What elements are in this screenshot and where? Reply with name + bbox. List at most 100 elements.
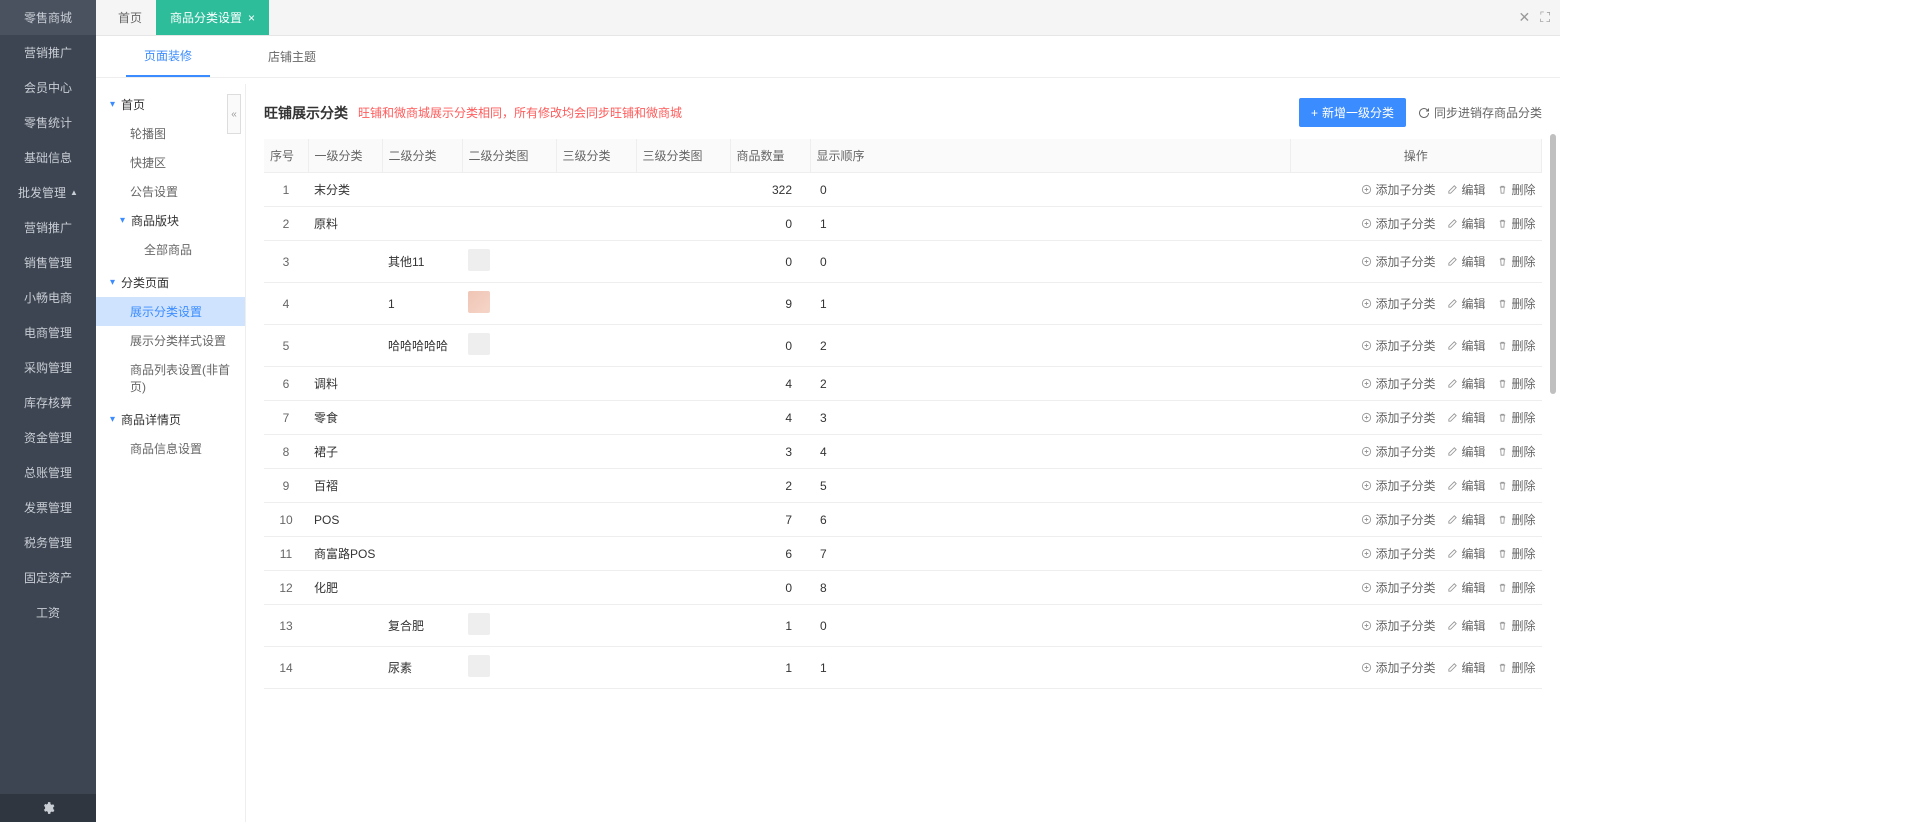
nav-item-9[interactable]: 电商管理 (0, 315, 96, 350)
edit-button[interactable]: 编辑 (1447, 443, 1485, 460)
tree-leaf-0-0[interactable]: 轮播图 (96, 119, 245, 148)
delete-button[interactable]: 删除 (1497, 215, 1535, 232)
nav-item-11[interactable]: 库存核算 (0, 385, 96, 420)
tree-leaf-0-1[interactable]: 快捷区 (96, 148, 245, 177)
nav-item-16[interactable]: 固定资产 (0, 560, 96, 595)
th-6: 商品数量 (730, 139, 810, 173)
edit-button[interactable]: 编辑 (1447, 511, 1485, 528)
sync-icon (1418, 107, 1430, 119)
add-sub-button[interactable]: 添加子分类 (1361, 579, 1435, 596)
add-sub-button[interactable]: 添加子分类 (1361, 181, 1435, 198)
tree-group-2[interactable]: 商品详情页 (96, 405, 245, 434)
add-sub-button[interactable]: 添加子分类 (1361, 511, 1435, 528)
delete-button[interactable]: 删除 (1497, 295, 1535, 312)
edit-button[interactable]: 编辑 (1447, 579, 1485, 596)
add-sub-button[interactable]: 添加子分类 (1361, 215, 1435, 232)
edit-button[interactable]: 编辑 (1447, 253, 1485, 270)
tab-home[interactable]: 首页 (104, 0, 156, 35)
delete-button[interactable]: 删除 (1497, 443, 1535, 460)
nav-item-14[interactable]: 发票管理 (0, 490, 96, 525)
nav-item-0[interactable]: 零售商城 (0, 0, 96, 35)
edit-button[interactable]: 编辑 (1447, 375, 1485, 392)
tree-leaf-0-2[interactable]: 公告设置 (96, 177, 245, 206)
nav-item-5[interactable]: 批发管理 (0, 175, 96, 210)
tree-group-1[interactable]: 分类页面 (96, 268, 245, 297)
panel-title: 旺铺展示分类 (264, 103, 348, 123)
delete-button[interactable]: 删除 (1497, 181, 1535, 198)
nav-item-10[interactable]: 采购管理 (0, 350, 96, 385)
tab-bar: 首页 商品分类设置× ✕ ⛶ (96, 0, 1560, 36)
thumb-icon (468, 249, 490, 271)
edit-button[interactable]: 编辑 (1447, 617, 1485, 634)
edit-button[interactable]: 编辑 (1447, 409, 1485, 426)
settings-bar[interactable] (0, 794, 96, 822)
edit-button[interactable]: 编辑 (1447, 181, 1485, 198)
tree-panel: « 首页轮播图快捷区公告设置商品版块全部商品分类页面展示分类设置展示分类样式设置… (96, 84, 246, 822)
thumb-icon (468, 613, 490, 635)
tab-theme[interactable]: 店铺主题 (250, 36, 334, 77)
tree-leaf-1-2[interactable]: 商品列表设置(非首页) (96, 355, 245, 401)
nav-item-1[interactable]: 营销推广 (0, 35, 96, 70)
edit-button[interactable]: 编辑 (1447, 215, 1485, 232)
table-row: 9百褶25添加子分类编辑删除 (264, 469, 1542, 503)
add-sub-button[interactable]: 添加子分类 (1361, 443, 1435, 460)
nav-item-2[interactable]: 会员中心 (0, 70, 96, 105)
edit-button[interactable]: 编辑 (1447, 337, 1485, 354)
th-4: 三级分类 (556, 139, 636, 173)
nav-item-3[interactable]: 零售统计 (0, 105, 96, 140)
add-sub-button[interactable]: 添加子分类 (1361, 477, 1435, 494)
add-sub-button[interactable]: 添加子分类 (1361, 617, 1435, 634)
nav-item-13[interactable]: 总账管理 (0, 455, 96, 490)
fullscreen-icon[interactable]: ⛶ (1540, 9, 1550, 26)
app-root: 零售商城营销推广会员中心零售统计基础信息批发管理营销推广销售管理小畅电商电商管理… (0, 0, 1560, 822)
delete-button[interactable]: 删除 (1497, 545, 1535, 562)
add-sub-button[interactable]: 添加子分类 (1361, 295, 1435, 312)
nav-item-8[interactable]: 小畅电商 (0, 280, 96, 315)
delete-button[interactable]: 删除 (1497, 617, 1535, 634)
add-sub-button[interactable]: 添加子分类 (1361, 375, 1435, 392)
tree-leaf-1-0[interactable]: 展示分类设置 (96, 297, 245, 326)
edit-button[interactable]: 编辑 (1447, 545, 1485, 562)
tree-leaf-1-1[interactable]: 展示分类样式设置 (96, 326, 245, 355)
edit-button[interactable]: 编辑 (1447, 295, 1485, 312)
add-category-button[interactable]: 新增一级分类 (1299, 98, 1406, 127)
add-sub-button[interactable]: 添加子分类 (1361, 253, 1435, 270)
delete-button[interactable]: 删除 (1497, 659, 1535, 676)
add-sub-button[interactable]: 添加子分类 (1361, 337, 1435, 354)
nav-item-12[interactable]: 资金管理 (0, 420, 96, 455)
add-sub-button[interactable]: 添加子分类 (1361, 659, 1435, 676)
close-all-icon[interactable]: ✕ (1518, 9, 1530, 26)
tree-leaf-2-0[interactable]: 商品信息设置 (96, 434, 245, 463)
th-7: 显示顺序 (810, 139, 1290, 173)
delete-button[interactable]: 删除 (1497, 579, 1535, 596)
table-row: 10POS76添加子分类编辑删除 (264, 503, 1542, 537)
edit-button[interactable]: 编辑 (1447, 659, 1485, 676)
delete-button[interactable]: 删除 (1497, 337, 1535, 354)
nav-item-15[interactable]: 税务管理 (0, 525, 96, 560)
delete-button[interactable]: 删除 (1497, 477, 1535, 494)
tree-subgroup-0[interactable]: 商品版块 (96, 206, 245, 235)
nav-item-6[interactable]: 营销推广 (0, 210, 96, 245)
delete-button[interactable]: 删除 (1497, 253, 1535, 270)
collapse-handle[interactable]: « (227, 94, 241, 134)
delete-button[interactable]: 删除 (1497, 375, 1535, 392)
tree-subleaf-0-0[interactable]: 全部商品 (96, 235, 245, 264)
edit-button[interactable]: 编辑 (1447, 477, 1485, 494)
nav-item-4[interactable]: 基础信息 (0, 140, 96, 175)
tab-decorate[interactable]: 页面装修 (126, 36, 210, 77)
tab-active[interactable]: 商品分类设置× (156, 0, 269, 35)
delete-button[interactable]: 删除 (1497, 409, 1535, 426)
table-row: 3其他1100添加子分类编辑删除 (264, 241, 1542, 283)
nav-item-7[interactable]: 销售管理 (0, 245, 96, 280)
close-icon[interactable]: × (248, 11, 255, 25)
th-8: 操作 (1290, 139, 1542, 173)
scrollbar[interactable] (1550, 134, 1556, 812)
tree-group-0[interactable]: 首页 (96, 90, 245, 119)
sync-button[interactable]: 同步进销存商品分类 (1418, 104, 1542, 121)
table-row: 2原料01添加子分类编辑删除 (264, 207, 1542, 241)
content-row: « 首页轮播图快捷区公告设置商品版块全部商品分类页面展示分类设置展示分类样式设置… (96, 84, 1560, 822)
nav-item-17[interactable]: 工资 (0, 595, 96, 630)
add-sub-button[interactable]: 添加子分类 (1361, 545, 1435, 562)
delete-button[interactable]: 删除 (1497, 511, 1535, 528)
add-sub-button[interactable]: 添加子分类 (1361, 409, 1435, 426)
